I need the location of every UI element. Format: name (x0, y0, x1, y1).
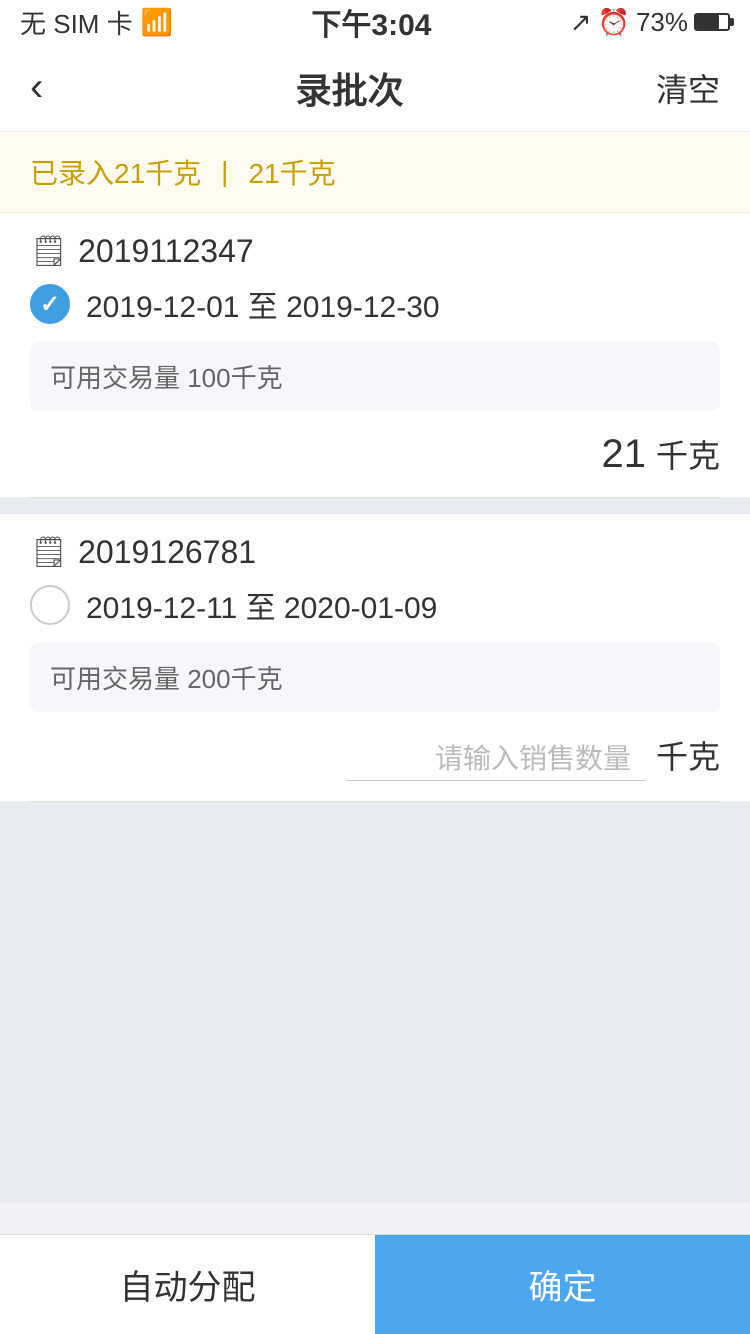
status-left: 无 SIM 卡 📶 (20, 4, 173, 41)
batch-date-2: 2019-12-11 至 2020-01-09 (86, 583, 437, 627)
bottom-buttons: 自动分配 确定 (0, 1234, 750, 1334)
amount-number-1: 21 (601, 432, 646, 477)
amount-row-1: 21 千克 (0, 411, 750, 497)
info-divider: | (221, 156, 228, 188)
amount-input-row-2: 千克 (0, 712, 750, 801)
back-button[interactable]: ‹ (30, 65, 43, 110)
battery-percent: 73% (636, 7, 688, 38)
section-divider (0, 498, 750, 514)
status-bar: 无 SIM 卡 📶 下午3:04 ↗ ⏰ 73% (0, 0, 750, 44)
batch-item-1: 🗒 2019112347 2019-12-01 至 2019-12-30 可用交… (0, 213, 750, 497)
sim-label: 无 SIM 卡 (20, 4, 133, 41)
location-icon: ↗ (570, 7, 592, 38)
available-box-1: 可用交易量 100千克 (30, 342, 720, 411)
alarm-icon: ⏰ (598, 7, 630, 38)
info-value: 21千克 (248, 152, 335, 192)
status-right: ↗ ⏰ 73% (570, 7, 730, 38)
batch-item-2: 🗒 2019126781 2019-12-11 至 2020-01-09 可用交… (0, 514, 750, 801)
battery-icon (694, 13, 730, 31)
quantity-input-2[interactable] (346, 735, 646, 781)
batch-id-2: 2019126781 (78, 534, 256, 571)
status-time: 下午3:04 (311, 0, 431, 44)
nav-bar: ‹ 录批次 清空 (0, 44, 750, 132)
radio-2[interactable] (30, 585, 70, 625)
available-box-2: 可用交易量 200千克 (30, 643, 720, 712)
info-bar: 已录入21千克 | 21千克 (0, 132, 750, 213)
amount-unit-2: 千克 (656, 732, 720, 778)
confirm-button[interactable]: 确定 (375, 1235, 750, 1334)
batch-date-1: 2019-12-01 至 2019-12-30 (86, 282, 440, 326)
recorded-label: 已录入21千克 (30, 152, 201, 192)
batch-id-1: 2019112347 (78, 233, 254, 270)
empty-area (0, 802, 750, 1202)
wifi-icon: 📶 (141, 7, 173, 38)
batch-icon-2: 🗒 (30, 535, 68, 570)
radio-1[interactable] (30, 284, 70, 324)
batch-icon-1: 🗒 (30, 234, 68, 269)
page-title: 录批次 (296, 62, 404, 114)
clear-button[interactable]: 清空 (656, 65, 720, 111)
amount-unit-1: 千克 (656, 431, 720, 477)
auto-distribute-button[interactable]: 自动分配 (0, 1235, 375, 1334)
